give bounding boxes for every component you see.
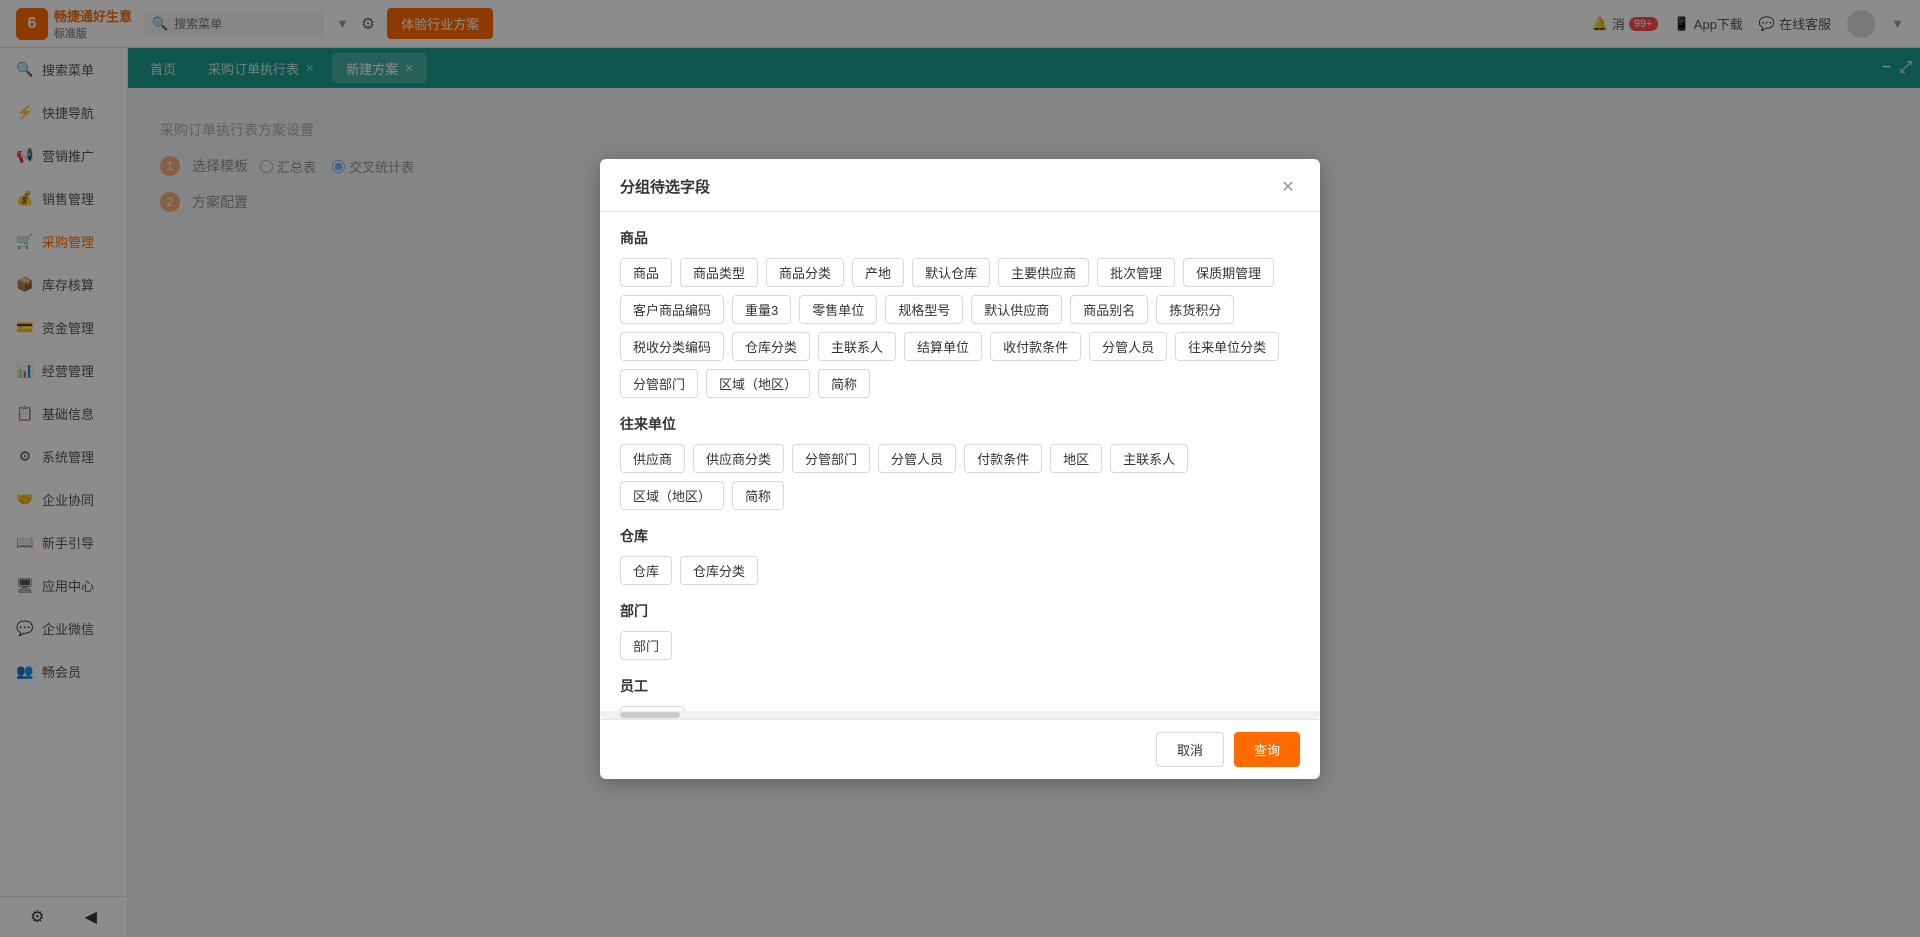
field-cp-short-name[interactable]: 简称 <box>732 481 784 510</box>
field-wh-warehouse[interactable]: 仓库 <box>620 556 672 585</box>
field-goods-spec-model[interactable]: 规格型号 <box>885 295 963 324</box>
modal-horizontal-scrollbar[interactable] <box>600 711 1320 719</box>
field-goods-weight3[interactable]: 重量3 <box>732 295 791 324</box>
field-goods-expiry-mgmt[interactable]: 保质期管理 <box>1183 258 1274 287</box>
fields-employee: 业务员 <box>620 706 1300 711</box>
section-title-goods: 商品 <box>620 228 1300 248</box>
section-title-department: 部门 <box>620 601 1300 621</box>
field-goods-dept[interactable]: 分管部门 <box>620 369 698 398</box>
field-cp-region[interactable]: 地区 <box>1050 444 1102 473</box>
field-goods-pick-score[interactable]: 拣货积分 <box>1156 295 1234 324</box>
confirm-button[interactable]: 查询 <box>1234 732 1300 767</box>
field-goods-product[interactable]: 商品 <box>620 258 672 287</box>
field-goods-default-warehouse[interactable]: 默认仓库 <box>912 258 990 287</box>
fields-goods: 商品 商品类型 商品分类 产地 默认仓库 主要供应商 批次管理 保质期管理 客户… <box>620 258 1300 398</box>
modal-close-button[interactable]: ✕ <box>1276 175 1300 199</box>
field-goods-type[interactable]: 商品类型 <box>680 258 758 287</box>
field-cp-supplier[interactable]: 供应商 <box>620 444 685 473</box>
field-cp-payment-terms[interactable]: 付款条件 <box>964 444 1042 473</box>
modal-hscroll-thumb <box>620 712 680 718</box>
field-dept-department[interactable]: 部门 <box>620 631 672 660</box>
cancel-button[interactable]: 取消 <box>1156 732 1224 767</box>
field-goods-settlement-unit[interactable]: 结算单位 <box>904 332 982 361</box>
field-cp-supervisor[interactable]: 分管人员 <box>878 444 956 473</box>
field-goods-default-supplier[interactable]: 默认供应商 <box>971 295 1062 324</box>
field-goods-counterpart-category[interactable]: 往来单位分类 <box>1175 332 1279 361</box>
modal-header: 分组待选字段 ✕ <box>600 159 1320 212</box>
field-emp-salesperson[interactable]: 业务员 <box>620 706 685 711</box>
modal-overlay: 分组待选字段 ✕ 商品 商品 商品类型 商品分类 产地 默认仓库 主要供应商 批… <box>0 0 1920 937</box>
field-goods-warehouse-category[interactable]: 仓库分类 <box>732 332 810 361</box>
field-goods-retail-unit[interactable]: 零售单位 <box>799 295 877 324</box>
field-goods-batch-mgmt[interactable]: 批次管理 <box>1097 258 1175 287</box>
fields-department: 部门 <box>620 631 1300 660</box>
field-goods-category[interactable]: 商品分类 <box>766 258 844 287</box>
field-goods-payment-terms[interactable]: 收付款条件 <box>990 332 1081 361</box>
field-goods-customer-code[interactable]: 客户商品编码 <box>620 295 724 324</box>
modal-footer: 取消 查询 <box>600 719 1320 779</box>
field-goods-short-name[interactable]: 简称 <box>818 369 870 398</box>
field-goods-origin[interactable]: 产地 <box>852 258 904 287</box>
fields-warehouse: 仓库 仓库分类 <box>620 556 1300 585</box>
modal-dialog: 分组待选字段 ✕ 商品 商品 商品类型 商品分类 产地 默认仓库 主要供应商 批… <box>600 159 1320 779</box>
field-goods-alias[interactable]: 商品别名 <box>1070 295 1148 324</box>
field-wh-category[interactable]: 仓库分类 <box>680 556 758 585</box>
field-goods-supervisor[interactable]: 分管人员 <box>1089 332 1167 361</box>
section-title-warehouse: 仓库 <box>620 526 1300 546</box>
field-cp-area-region[interactable]: 区域（地区） <box>620 481 724 510</box>
field-goods-main-contact[interactable]: 主联系人 <box>818 332 896 361</box>
field-goods-region[interactable]: 区域（地区） <box>706 369 810 398</box>
section-title-counterparts: 往来单位 <box>620 414 1300 434</box>
field-cp-supplier-category[interactable]: 供应商分类 <box>693 444 784 473</box>
field-goods-main-supplier[interactable]: 主要供应商 <box>998 258 1089 287</box>
field-goods-tax-code[interactable]: 税收分类编码 <box>620 332 724 361</box>
modal-title: 分组待选字段 <box>620 176 710 197</box>
modal-body: 商品 商品 商品类型 商品分类 产地 默认仓库 主要供应商 批次管理 保质期管理… <box>600 212 1320 711</box>
field-cp-main-contact[interactable]: 主联系人 <box>1110 444 1188 473</box>
fields-counterparts: 供应商 供应商分类 分管部门 分管人员 付款条件 地区 主联系人 区域（地区） … <box>620 444 1300 510</box>
section-title-employee: 员工 <box>620 676 1300 696</box>
field-cp-dept[interactable]: 分管部门 <box>792 444 870 473</box>
